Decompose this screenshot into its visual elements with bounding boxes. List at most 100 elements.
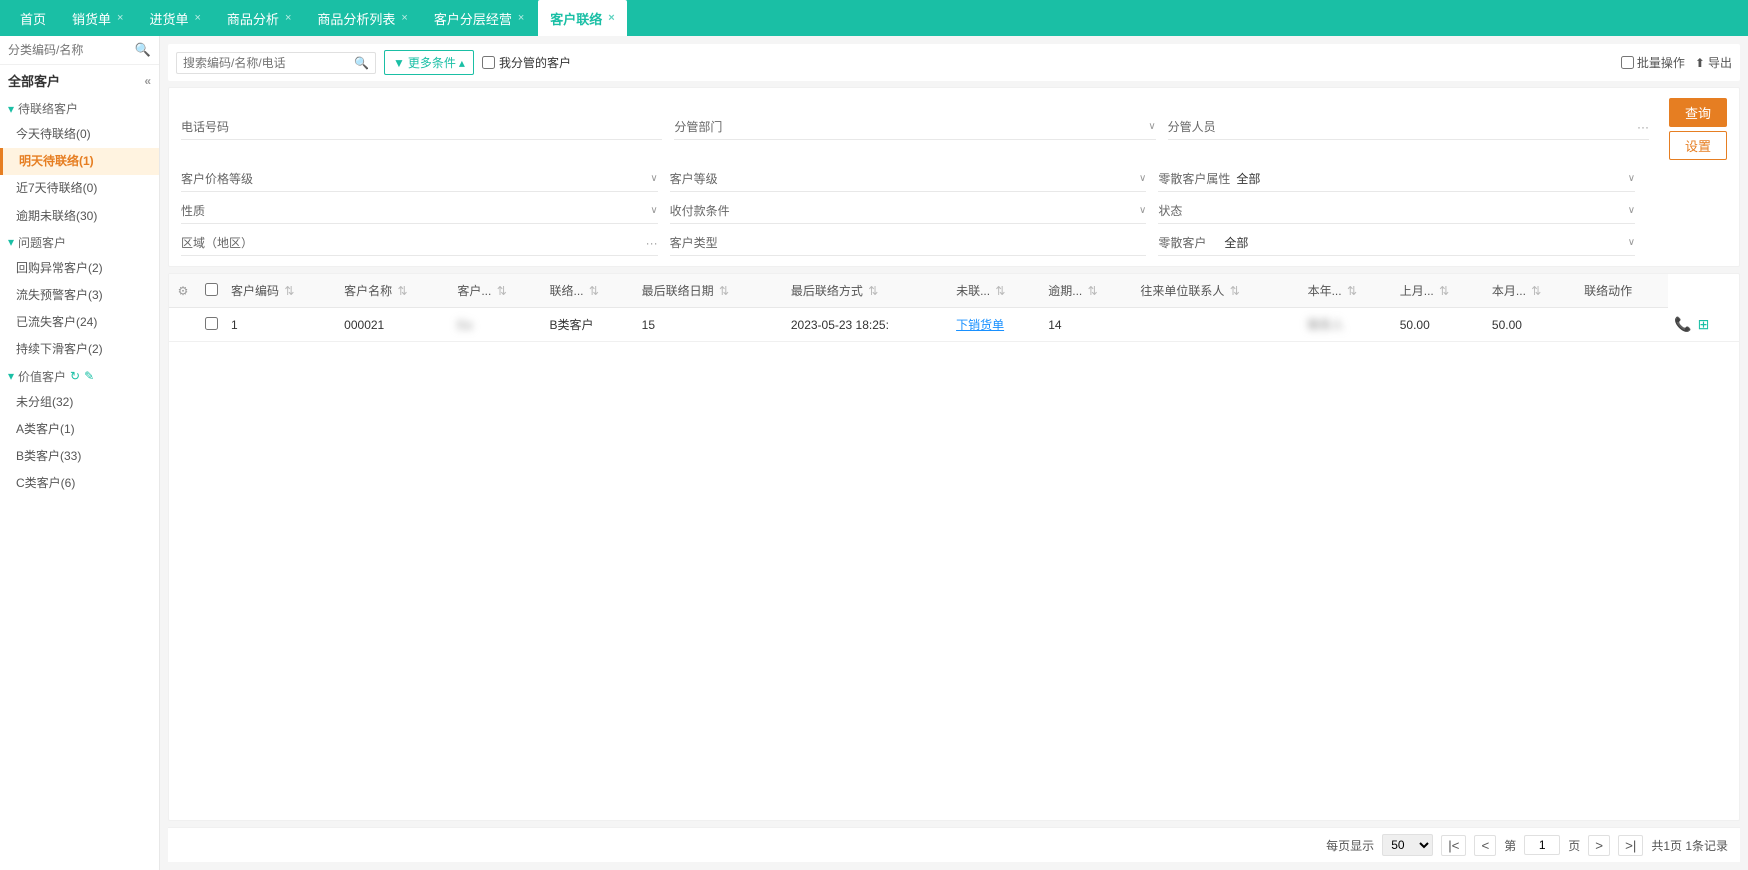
- select-all-column[interactable]: [197, 274, 225, 308]
- nav-home[interactable]: 首页: [8, 0, 58, 36]
- close-icon[interactable]: ×: [194, 12, 200, 24]
- query-button[interactable]: 查询: [1669, 98, 1727, 127]
- sort-icon[interactable]: ⇅: [719, 284, 729, 298]
- more-icon[interactable]: ···: [646, 236, 658, 250]
- my-customers-checkbox[interactable]: [482, 56, 495, 69]
- sidebar-item-7day-pending[interactable]: 近7天待联络(0): [0, 175, 159, 202]
- dept-label: 分管部门: [674, 118, 734, 135]
- collapse-icon: «: [144, 74, 151, 88]
- close-icon[interactable]: ×: [518, 12, 524, 24]
- gear-column[interactable]: ⚙: [169, 274, 197, 308]
- action-buttons: 查询 设置: [1661, 98, 1727, 160]
- next-page-button[interactable]: >: [1588, 835, 1610, 856]
- sort-icon[interactable]: ⇅: [1439, 284, 1449, 298]
- retail-attr-select[interactable]: 全部 ∨: [1236, 170, 1635, 187]
- sidebar-item-ungrouped[interactable]: 未分组(32): [0, 389, 159, 416]
- last-page-button[interactable]: >|: [1618, 835, 1643, 856]
- search-input[interactable]: [183, 56, 354, 70]
- phone-action-icon[interactable]: 📞: [1674, 316, 1691, 333]
- sort-icon[interactable]: ⇅: [995, 284, 1005, 298]
- sidebar-item-a-class[interactable]: A类客户(1): [0, 416, 159, 443]
- filter-row-1: 电话号码 分管部门 ∨ 分管人员 ···: [181, 98, 1727, 160]
- status-label: 状态: [1158, 202, 1218, 219]
- search-icon[interactable]: 🔍: [354, 56, 369, 70]
- sort-icon[interactable]: ⇅: [1088, 284, 1098, 298]
- filter-person: 分管人员 ···: [1168, 118, 1649, 140]
- contact-method-link[interactable]: 下销货单: [956, 318, 1004, 332]
- prev-page-button[interactable]: <: [1474, 835, 1496, 856]
- filter-customer-type: 客户类型: [670, 234, 1147, 256]
- nav-sales-order[interactable]: 销货单 ×: [60, 0, 135, 36]
- gender-select[interactable]: ∨: [247, 205, 658, 216]
- refresh-icon[interactable]: ↻: [70, 369, 80, 383]
- payment-select[interactable]: ∨: [736, 205, 1147, 216]
- close-icon[interactable]: ×: [285, 12, 291, 24]
- sort-icon[interactable]: ⇅: [398, 284, 408, 298]
- sidebar-item-tomorrow-pending[interactable]: 明天待联络(1): [0, 148, 159, 175]
- status-select[interactable]: ∨: [1224, 205, 1635, 216]
- export-button[interactable]: ⬆ 导出: [1695, 54, 1732, 71]
- total-label: 共1页 1条记录: [1651, 837, 1728, 854]
- dept-select[interactable]: ∨: [740, 121, 1155, 132]
- sidebar-search-area: 🔍: [0, 36, 159, 65]
- payment-label: 收付款条件: [670, 202, 730, 219]
- filter-panel: 电话号码 分管部门 ∨ 分管人员 ···: [168, 87, 1740, 267]
- price-level-select[interactable]: ∨: [259, 173, 658, 184]
- close-icon[interactable]: ×: [608, 12, 614, 24]
- my-customers-checkbox-wrap[interactable]: 我分管的客户: [482, 54, 571, 71]
- first-page-button[interactable]: |<: [1441, 835, 1466, 856]
- sidebar-item-b-class[interactable]: B类客户(33): [0, 443, 159, 470]
- sidebar-value-group[interactable]: ▾ 价值客户 ↻ ✎: [0, 364, 159, 389]
- chevron-down-icon: ∨: [1148, 121, 1155, 132]
- sort-icon[interactable]: ⇅: [284, 284, 294, 298]
- filter-row-4: 区域（地区） ··· 客户类型 零散客户 全部 ∨: [181, 234, 1727, 256]
- search-icon[interactable]: 🔍: [135, 42, 151, 58]
- row-actions: 📞 ⊞: [1668, 308, 1739, 342]
- sidebar-item-declining[interactable]: 持续下滑客户(2): [0, 336, 159, 363]
- close-icon[interactable]: ×: [401, 12, 407, 24]
- nav-product-analysis[interactable]: 商品分析 ×: [215, 0, 303, 36]
- row-checkbox-cell[interactable]: [197, 308, 225, 342]
- sidebar-problem-group[interactable]: ▾ 问题客户: [0, 230, 159, 255]
- per-page-label: 每页显示: [1326, 837, 1374, 854]
- sidebar-search-input[interactable]: [8, 43, 135, 57]
- per-page-select[interactable]: 50 10 20 100: [1382, 834, 1433, 856]
- filter-gender: 性质 ∨: [181, 202, 658, 224]
- retail-customer-select[interactable]: 全部 ∨: [1224, 234, 1635, 251]
- batch-op-button[interactable]: 批量操作: [1621, 54, 1685, 71]
- col-customer-code: 客户编码 ⇅: [225, 274, 338, 308]
- sort-icon[interactable]: ⇅: [497, 284, 507, 298]
- nav-customer-contact[interactable]: 客户联络 ×: [538, 0, 626, 36]
- sort-icon[interactable]: ⇅: [589, 284, 599, 298]
- sidebar-item-abnormal-repurchase[interactable]: 回购异常客户(2): [0, 255, 159, 282]
- sort-icon[interactable]: ⇅: [868, 284, 878, 298]
- nav-product-analysis-list[interactable]: 商品分析列表 ×: [305, 0, 419, 36]
- sort-icon[interactable]: ⇅: [1347, 284, 1357, 298]
- close-icon[interactable]: ×: [117, 12, 123, 24]
- set-button[interactable]: 设置: [1669, 131, 1727, 160]
- sort-icon[interactable]: ⇅: [1531, 284, 1541, 298]
- col-last-contact-date: 最后联络日期 ⇅: [636, 274, 785, 308]
- customer-level-select[interactable]: ∨: [736, 173, 1147, 184]
- edit-icon[interactable]: ✎: [84, 369, 94, 383]
- sidebar-item-churned[interactable]: 已流失客户(24): [0, 309, 159, 336]
- more-filter-button[interactable]: ▼ 更多条件 ▴: [384, 50, 474, 75]
- sidebar-item-churn-warning[interactable]: 流失预警客户(3): [0, 282, 159, 309]
- row-checkbox[interactable]: [205, 317, 218, 330]
- more-icon[interactable]: ···: [1637, 120, 1649, 134]
- sidebar-item-today-pending[interactable]: 今天待联络(0): [0, 121, 159, 148]
- sidebar-item-c-class[interactable]: C类客户(6): [0, 470, 159, 497]
- filter-payment: 收付款条件 ∨: [670, 202, 1147, 224]
- select-all-checkbox[interactable]: [205, 283, 218, 296]
- sidebar-item-overdue-pending[interactable]: 逾期未联络(30): [0, 203, 159, 230]
- batch-checkbox[interactable]: [1621, 56, 1634, 69]
- nav-purchase-order[interactable]: 进货单 ×: [137, 0, 212, 36]
- row-overdue: [1134, 308, 1301, 342]
- sort-icon[interactable]: ⇅: [1230, 284, 1240, 298]
- grid-action-icon[interactable]: ⊞: [1698, 316, 1710, 333]
- sidebar-pending-group[interactable]: ▾ 待联络客户: [0, 96, 159, 121]
- chevron-down-icon: ∨: [650, 173, 657, 184]
- page-input[interactable]: [1524, 835, 1560, 855]
- sidebar-all-customers[interactable]: 全部客户 «: [0, 65, 159, 96]
- nav-customer-layered[interactable]: 客户分层经营 ×: [422, 0, 536, 36]
